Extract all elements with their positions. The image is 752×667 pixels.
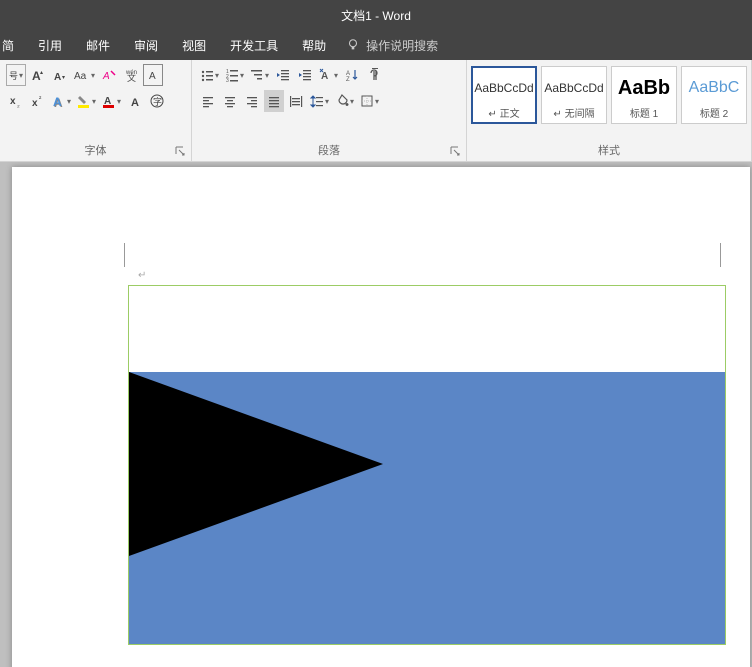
- group-styles: AaBbCcDd ↵ 正文 AaBbCcDd ↵ 无间隔 AaBb 标题 1 A…: [467, 60, 752, 161]
- highlight-button[interactable]: ▾: [75, 90, 98, 112]
- style-normal[interactable]: AaBbCcDd ↵ 正文: [471, 66, 537, 124]
- numbering-button[interactable]: 123▾: [223, 64, 246, 86]
- svg-text:A: A: [321, 71, 328, 82]
- svg-text:A: A: [149, 71, 156, 82]
- font-size-partial[interactable]: 号▾: [6, 64, 26, 86]
- style-heading-2[interactable]: AaBbC 标题 2: [681, 66, 747, 124]
- justify-button[interactable]: [264, 90, 284, 112]
- group-paragraph: ▾ 123▾ ▾ A▾ AZ: [192, 60, 467, 161]
- asian-layout-button[interactable]: A▾: [317, 64, 340, 86]
- distributed-button[interactable]: [286, 90, 306, 112]
- grow-font-button[interactable]: A▴: [28, 64, 48, 86]
- styles-gallery[interactable]: AaBbCcDd ↵ 正文 AaBbCcDd ↵ 无间隔 AaBb 标题 1 A…: [467, 60, 751, 139]
- svg-text:文: 文: [127, 72, 136, 82]
- style-preview: AaBb: [618, 67, 670, 105]
- svg-text:号: 号: [9, 71, 18, 80]
- tab-mailings[interactable]: 邮件: [74, 30, 122, 60]
- character-border-button[interactable]: A: [143, 64, 163, 86]
- svg-text:x: x: [32, 98, 38, 108]
- superscript-button[interactable]: x²: [28, 90, 48, 112]
- show-hide-marks-button[interactable]: [364, 64, 384, 86]
- document-title: 文档1 - Word: [341, 7, 411, 24]
- tab-review[interactable]: 审阅: [122, 30, 170, 60]
- tab-references[interactable]: 引用: [26, 30, 74, 60]
- group-font: 号▾ A▴ A▾ Aa▾ A wén文 A: [0, 60, 192, 161]
- enclose-characters-button[interactable]: 字: [147, 90, 167, 112]
- svg-text:Aa: Aa: [74, 71, 87, 82]
- group-font-label: 字体: [0, 139, 191, 161]
- svg-text:A: A: [53, 95, 62, 108]
- margin-indicator-left: [124, 243, 138, 267]
- group-paragraph-label: 段落: [192, 139, 466, 161]
- style-name: 标题 1: [630, 105, 658, 123]
- style-heading-1[interactable]: AaBb 标题 1: [611, 66, 677, 124]
- group-styles-label: 样式: [467, 139, 751, 161]
- shape-blue-region: [129, 372, 725, 644]
- lightbulb-icon: [346, 38, 360, 52]
- change-case-button[interactable]: Aa▾: [72, 64, 97, 86]
- svg-text:A: A: [54, 72, 61, 82]
- style-name: ↵ 正文: [488, 105, 519, 123]
- svg-text:Z: Z: [346, 77, 350, 82]
- align-left-button[interactable]: [198, 90, 218, 112]
- svg-text:A: A: [102, 71, 110, 82]
- svg-text:²: ²: [39, 96, 42, 103]
- increase-indent-button[interactable]: [295, 64, 315, 86]
- style-name: ↵ 无间隔: [553, 105, 594, 123]
- bullets-button[interactable]: ▾: [198, 64, 221, 86]
- tell-me-label: 操作说明搜索: [366, 37, 438, 54]
- borders-button[interactable]: ▾: [358, 90, 381, 112]
- style-preview: AaBbCcDd: [474, 67, 533, 105]
- ribbon: 号▾ A▴ A▾ Aa▾ A wén文 A: [0, 60, 752, 162]
- line-spacing-button[interactable]: ▾: [308, 90, 331, 112]
- tab-help[interactable]: 帮助: [290, 30, 338, 60]
- paragraph-dialog-launcher[interactable]: [450, 146, 462, 158]
- svg-text:▴: ▴: [40, 70, 43, 76]
- tell-me-search[interactable]: 操作说明搜索: [346, 37, 438, 54]
- style-preview: AaBbCcDd: [544, 67, 603, 105]
- phonetic-guide-button[interactable]: wén文: [121, 64, 141, 86]
- style-preview: AaBbC: [689, 67, 740, 105]
- multilevel-list-button[interactable]: ▾: [248, 64, 271, 86]
- svg-text:x: x: [10, 96, 16, 107]
- decrease-indent-button[interactable]: [273, 64, 293, 86]
- tab-view[interactable]: 视图: [170, 30, 218, 60]
- svg-text:A: A: [131, 97, 139, 108]
- text-effects-button[interactable]: A▾: [50, 90, 73, 112]
- title-bar: 文档1 - Word: [0, 0, 752, 30]
- shape-black-triangle: [129, 372, 383, 556]
- character-shading-button[interactable]: A: [125, 90, 145, 112]
- page[interactable]: ↵: [12, 167, 750, 667]
- svg-text:▾: ▾: [62, 75, 65, 81]
- svg-text:字: 字: [153, 96, 162, 107]
- shrink-font-button[interactable]: A▾: [50, 64, 70, 86]
- style-name: 标题 2: [700, 105, 728, 123]
- subscript-button[interactable]: x₂: [6, 90, 26, 112]
- align-center-button[interactable]: [220, 90, 240, 112]
- font-color-button[interactable]: A▾: [100, 90, 123, 112]
- tab-partial[interactable]: 简: [0, 30, 26, 60]
- tab-developer[interactable]: 开发工具: [218, 30, 290, 60]
- align-right-button[interactable]: [242, 90, 262, 112]
- shading-button[interactable]: ▾: [333, 90, 356, 112]
- paragraph-mark: ↵: [138, 270, 146, 281]
- inserted-shape[interactable]: [128, 285, 726, 645]
- document-area[interactable]: ↵: [0, 162, 752, 667]
- font-dialog-launcher[interactable]: [175, 146, 187, 158]
- svg-text:₂: ₂: [17, 102, 20, 108]
- sort-button[interactable]: AZ: [342, 64, 362, 86]
- svg-text:3: 3: [226, 78, 229, 82]
- clear-formatting-button[interactable]: A: [99, 64, 119, 86]
- ribbon-tabs: 简 引用 邮件 审阅 视图 开发工具 帮助 操作说明搜索: [0, 30, 752, 60]
- margin-indicator-right: [720, 243, 734, 267]
- style-no-spacing[interactable]: AaBbCcDd ↵ 无间隔: [541, 66, 607, 124]
